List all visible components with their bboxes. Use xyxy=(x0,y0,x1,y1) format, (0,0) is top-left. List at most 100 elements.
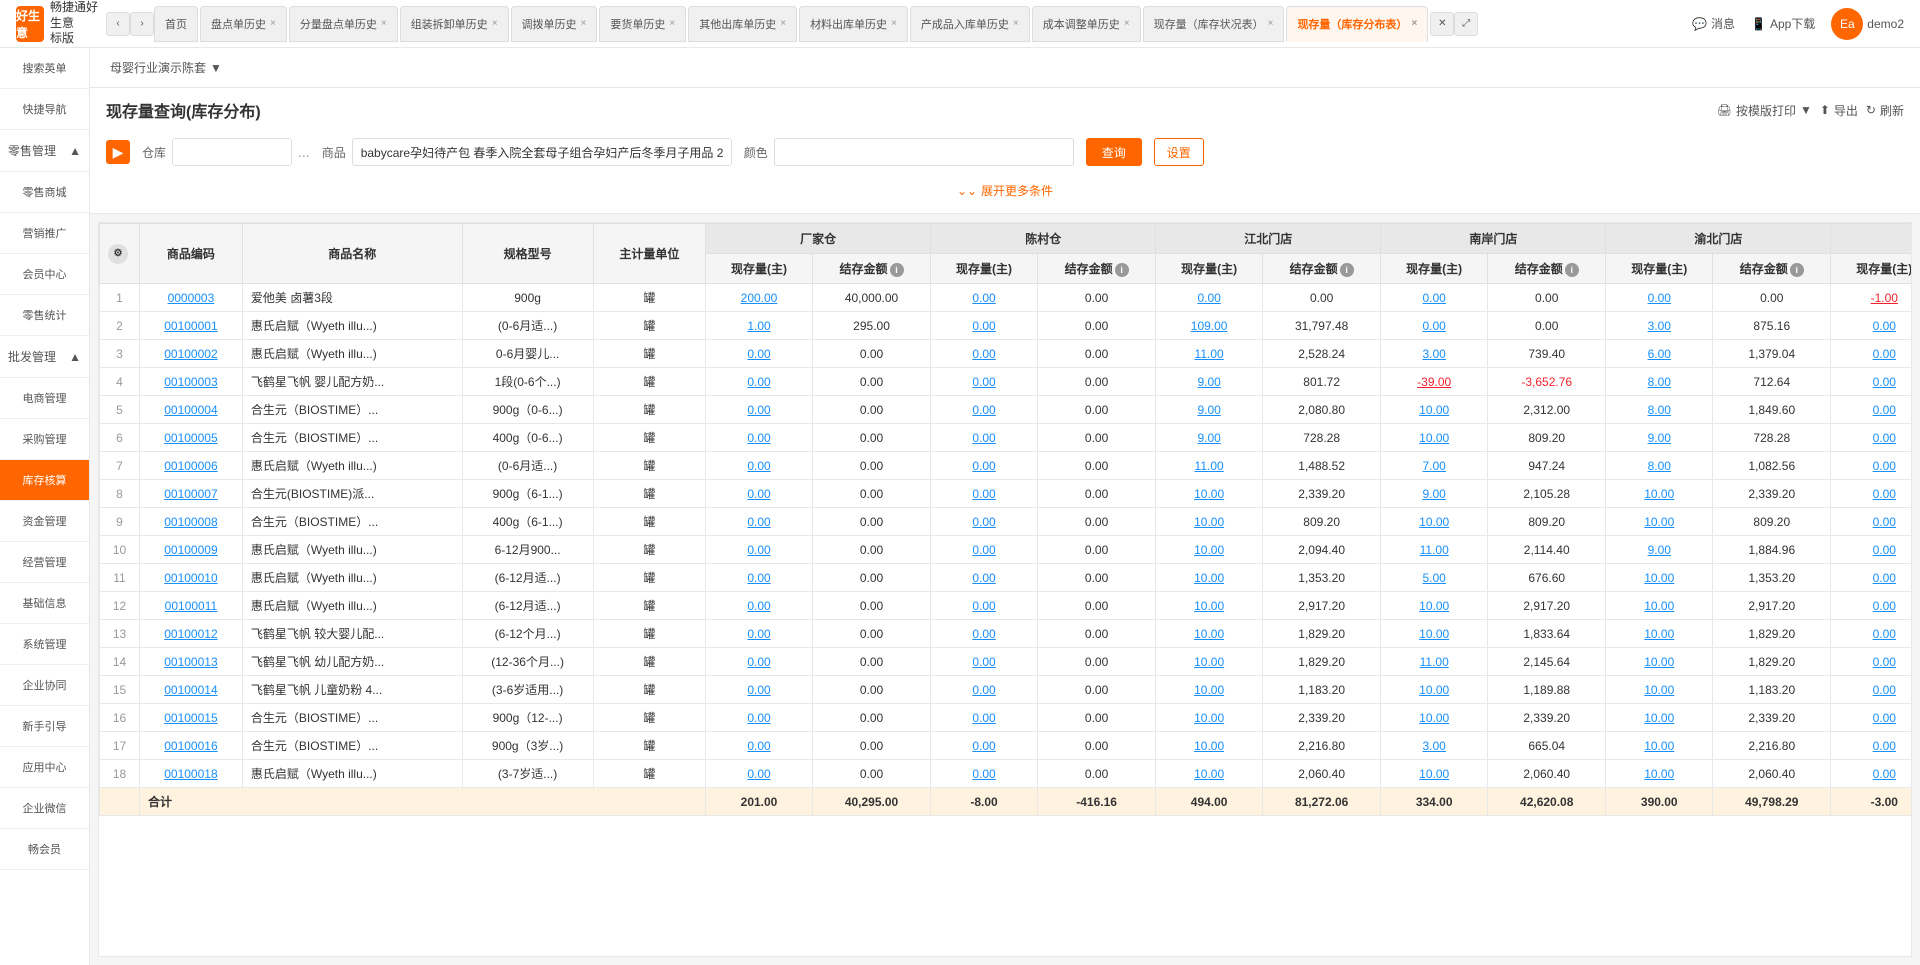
info-icon[interactable]: i xyxy=(1115,263,1129,277)
row-total-qty: 0.00 xyxy=(1831,704,1912,732)
tab-nav-expand[interactable]: ⤢ xyxy=(1454,12,1478,36)
row-code: 00100004 xyxy=(140,396,243,424)
tab-close[interactable]: × xyxy=(581,18,587,29)
row-na-amt: 1,833.64 xyxy=(1488,620,1606,648)
row-yb-amt: 809.20 xyxy=(1713,508,1831,536)
tab-pandian[interactable]: 盘点单历史× xyxy=(200,6,287,42)
row-jb-amt: 809.20 xyxy=(1262,508,1380,536)
sidebar-item-purchase[interactable]: 采购管理 xyxy=(0,419,89,460)
row-name: 惠氏启赋（Wyeth illu...) xyxy=(242,312,462,340)
tab-close[interactable]: × xyxy=(1411,18,1417,29)
app-download-btn[interactable]: 📱 App下载 xyxy=(1751,15,1815,32)
tab-close[interactable]: × xyxy=(381,18,387,29)
tab-chengpinru[interactable]: 产成品入库单历史× xyxy=(910,6,1030,42)
tab-kucunzt[interactable]: 现存量（库存状况表）× xyxy=(1143,6,1285,42)
tab-close[interactable]: × xyxy=(669,18,675,29)
table-row: 8 00100007 合生元(BIOSTIME)派... 900g（6-1...… xyxy=(100,480,1913,508)
tab-yaohuo[interactable]: 要货单历史× xyxy=(599,6,686,42)
tab-nav-close-all[interactable]: ✕ xyxy=(1430,12,1454,36)
refresh-btn[interactable]: ↻ 刷新 xyxy=(1866,102,1904,119)
filter-toggle-btn[interactable]: ▶ xyxy=(106,140,130,164)
export-btn[interactable]: ⬆ 导出 xyxy=(1820,102,1858,119)
info-icon[interactable]: i xyxy=(1340,263,1354,277)
tab-prev-btn[interactable]: ‹ xyxy=(106,12,130,36)
table-row: 13 00100012 飞鹤星飞帆 较大婴儿配... (6-12个月...) 罐… xyxy=(100,620,1913,648)
row-total-qty: -1.00 xyxy=(1831,284,1912,312)
sidebar-item-operation[interactable]: 经营管理 xyxy=(0,542,89,583)
sidebar-item-retail-mgmt[interactable]: 零售管理 ▲ xyxy=(0,130,89,172)
row-jb-qty: 109.00 xyxy=(1156,312,1263,340)
gear-icon[interactable]: ⚙ xyxy=(108,244,128,264)
tab-zuzhezuixie[interactable]: 组装拆卸单历史× xyxy=(400,6,509,42)
row-jb-qty: 9.00 xyxy=(1156,396,1263,424)
row-na-amt: 2,917.20 xyxy=(1488,592,1606,620)
sidebar-item-retail-store[interactable]: 零售商城 xyxy=(0,172,89,213)
row-na-amt: 0.00 xyxy=(1488,284,1606,312)
sidebar-item-basic-info[interactable]: 基础信息 xyxy=(0,583,89,624)
tab-close[interactable]: × xyxy=(891,18,897,29)
sidebar-item-enterprise[interactable]: 企业协同 xyxy=(0,665,89,706)
data-table-container[interactable]: ⚙ 商品编码 商品名称 规格型号 主计量单位 厂家仓 陈村仓 江北门店 南岸门店… xyxy=(98,222,1912,957)
row-cc-amt: 0.00 xyxy=(1037,340,1155,368)
row-na-amt: 809.20 xyxy=(1488,508,1606,536)
tab-home[interactable]: 首页 xyxy=(154,6,198,42)
color-input[interactable] xyxy=(774,138,1074,166)
expand-conditions-btn[interactable]: ⌄⌄ 展开更多条件 xyxy=(957,182,1053,199)
sidebar-item-quicknav[interactable]: 快捷导航 xyxy=(0,89,89,130)
row-na-amt: 1,189.88 xyxy=(1488,676,1606,704)
table-row: 6 00100005 合生元（BIOSTIME）... 400g（0-6...)… xyxy=(100,424,1913,452)
table-row: 16 00100015 合生元（BIOSTIME）... 900g（12-...… xyxy=(100,704,1913,732)
sec-nav-store[interactable]: 母婴行业演示陈套 ▼ xyxy=(106,48,226,88)
warehouse-input[interactable] xyxy=(172,138,292,166)
user-avatar[interactable]: Ea demo2 xyxy=(1831,8,1904,40)
tab-qitachu[interactable]: 其他出库单历史× xyxy=(688,6,797,42)
sidebar-item-inventory[interactable]: 库存核算 xyxy=(0,460,89,501)
tab-close[interactable]: × xyxy=(780,18,786,29)
tab-next-btn[interactable]: › xyxy=(130,12,154,36)
tab-chenben[interactable]: 成本调整单历史× xyxy=(1032,6,1141,42)
sidebar-item-search[interactable]: 搜索英单 xyxy=(0,48,89,89)
goods-input[interactable] xyxy=(352,138,732,166)
query-btn[interactable]: 查询 xyxy=(1086,138,1142,166)
col-group-yb: 渝北门店 xyxy=(1606,224,1831,254)
tab-close[interactable]: × xyxy=(270,18,276,29)
print-btn[interactable]: 🖨 按模版打印 ▼ xyxy=(1717,102,1812,119)
sidebar-item-marketing[interactable]: 营销推广 xyxy=(0,213,89,254)
row-cf-qty: 0.00 xyxy=(706,480,813,508)
tab-diaobao[interactable]: 调拨单历史× xyxy=(511,6,598,42)
sidebar-item-member[interactable]: 会员中心 xyxy=(0,254,89,295)
sidebar-item-system[interactable]: 系统管理 xyxy=(0,624,89,665)
sidebar-item-retail-stats[interactable]: 零售统计 xyxy=(0,295,89,336)
message-icon: 💬 xyxy=(1692,17,1707,31)
col-yb-qty: 现存量(主) xyxy=(1606,254,1713,284)
table-row: 1 0000003 爱他美 卤薯3段 900g 罐 200.00 40,000.… xyxy=(100,284,1913,312)
settings-btn[interactable]: 设置 xyxy=(1154,138,1204,166)
sidebar-item-finance[interactable]: 资金管理 xyxy=(0,501,89,542)
row-cc-amt: 0.00 xyxy=(1037,676,1155,704)
row-code: 0000003 xyxy=(140,284,243,312)
tab-close[interactable]: × xyxy=(492,18,498,29)
row-total-qty: 0.00 xyxy=(1831,620,1912,648)
sidebar-item-ecommerce[interactable]: 电商管理 xyxy=(0,378,89,419)
row-spec: 1段(0-6个...) xyxy=(462,368,593,396)
sidebar-item-wholesale[interactable]: 批发管理 ▲ xyxy=(0,336,89,378)
row-na-qty: 10.00 xyxy=(1381,424,1488,452)
sidebar-item-wechat[interactable]: 企业微信 xyxy=(0,788,89,829)
info-icon[interactable]: i xyxy=(1565,263,1579,277)
tab-fenpandian[interactable]: 分量盘点单历史× xyxy=(289,6,398,42)
row-cc-qty: 0.00 xyxy=(931,760,1038,788)
info-icon[interactable]: i xyxy=(890,263,904,277)
message-btn[interactable]: 💬 消息 xyxy=(1692,15,1735,32)
row-na-qty: 10.00 xyxy=(1381,592,1488,620)
sidebar-item-newbie[interactable]: 新手引导 xyxy=(0,706,89,747)
tab-close[interactable]: × xyxy=(1268,18,1274,29)
sidebar-item-apps[interactable]: 应用中心 xyxy=(0,747,89,788)
col-cf-amt: 结存金额i xyxy=(812,254,930,284)
tab-cailiaochu[interactable]: 材料出库单历史× xyxy=(799,6,908,42)
tab-close[interactable]: × xyxy=(1124,18,1130,29)
tab-close[interactable]: × xyxy=(1013,18,1019,29)
sidebar-item-changhui[interactable]: 畅会员 xyxy=(0,829,89,870)
tab-kucunfb[interactable]: 现存量（库存分布表）× xyxy=(1286,6,1428,42)
col-na-amt: 结存金额i xyxy=(1488,254,1606,284)
info-icon[interactable]: i xyxy=(1790,263,1804,277)
